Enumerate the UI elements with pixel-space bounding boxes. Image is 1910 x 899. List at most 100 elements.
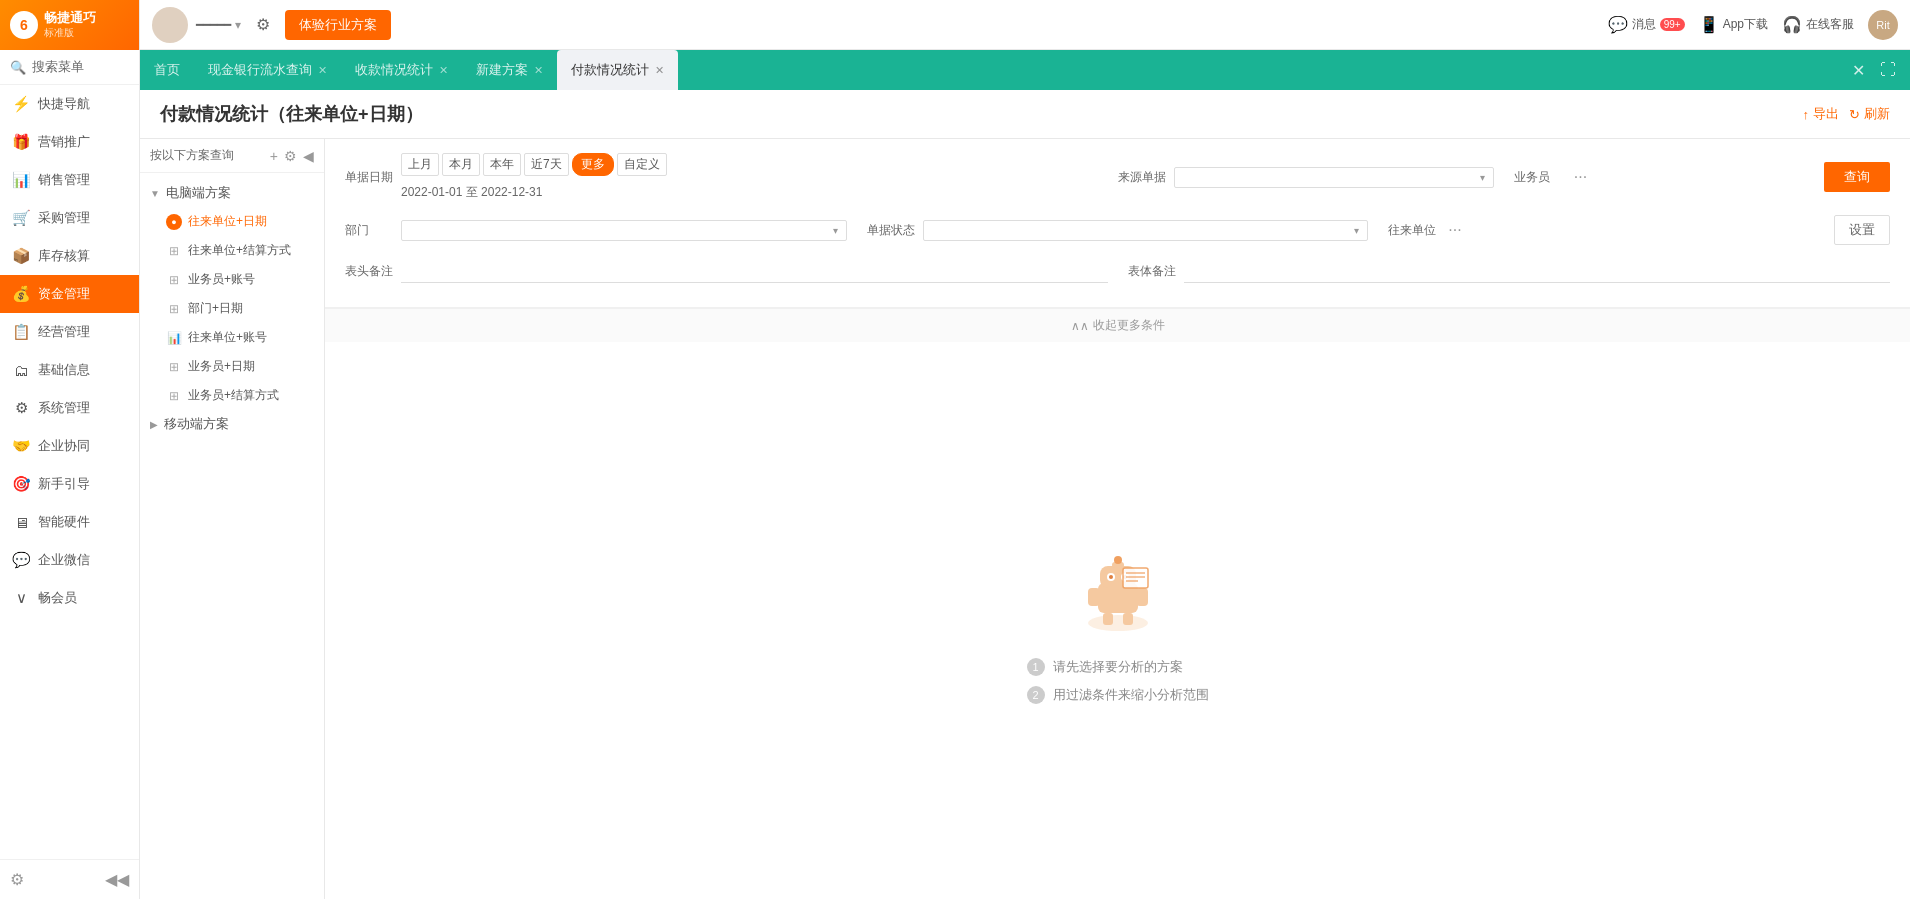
filter-field-salesman: 业务员 ··· 查询 [1514, 162, 1890, 192]
tab-bank-flow-close[interactable]: ✕ [318, 64, 327, 77]
empty-tip-2: 2 用过滤条件来缩小分析范围 [1027, 686, 1209, 704]
tab-bank-flow[interactable]: 现金银行流水查询 ✕ [194, 50, 341, 90]
date-btn-last-7days[interactable]: 近7天 [524, 153, 569, 176]
sidebar-item-basic[interactable]: 🗂 基础信息 [0, 351, 139, 389]
scheme-item-partner-settlement-label: 往来单位+结算方式 [188, 242, 291, 259]
scheme-item-salesman-account[interactable]: ⊞ 业务员+账号 [140, 265, 324, 294]
source-select-arrow: ▾ [1480, 172, 1485, 183]
marketing-icon: 🎁 [12, 133, 30, 151]
tab-receipts-stat-label: 收款情况统计 [355, 61, 433, 79]
sidebar-item-purchase[interactable]: 🛒 采购管理 [0, 199, 139, 237]
scheme-item-partner-settlement[interactable]: ⊞ 往来单位+结算方式 [140, 236, 324, 265]
refresh-icon: ↻ [1849, 107, 1860, 122]
date-btn-this-year[interactable]: 本年 [483, 153, 521, 176]
tabbar-actions: ✕ ⛶ [1844, 56, 1910, 84]
trial-btn[interactable]: 体验行业方案 [285, 10, 391, 40]
sidebar-item-operation[interactable]: 📋 经营管理 [0, 313, 139, 351]
partner-ellipsis-btn[interactable]: ··· [1444, 221, 1465, 239]
guide-icon: 🎯 [12, 475, 30, 493]
svg-rect-13 [1123, 568, 1148, 588]
scheme-item-dept-date[interactable]: ⊞ 部门+日期 [140, 294, 324, 323]
date-btn-last-month[interactable]: 上月 [401, 153, 439, 176]
user-dropdown-icon[interactable]: ▾ [235, 18, 241, 32]
inventory-icon: 📦 [12, 247, 30, 265]
sidebar-item-enterprise[interactable]: 🤝 企业协同 [0, 427, 139, 465]
sidebar-item-finance[interactable]: 💰 资金管理 [0, 275, 139, 313]
filter-form-area: 单据日期 上月 本月 本年 近7天 更多 自定义 [325, 139, 1910, 899]
message-btn[interactable]: 💬 消息 99+ [1608, 15, 1685, 34]
salesman-ellipsis-btn[interactable]: ··· [1570, 168, 1591, 186]
settings-icon[interactable]: ⚙ [10, 870, 24, 889]
collapse-more-btn[interactable]: ∧∧ 收起更多条件 [325, 308, 1910, 342]
sidebar-item-hardware[interactable]: 🖥 智能硬件 [0, 503, 139, 541]
scheme-add-icon[interactable]: + [270, 148, 278, 164]
sidebar-item-system[interactable]: ⚙ 系统管理 [0, 389, 139, 427]
settings-btn[interactable]: 设置 [1834, 215, 1890, 245]
sidebar-item-member[interactable]: ∨ 畅会员 [0, 579, 139, 617]
sidebar-item-label: 快捷导航 [38, 95, 90, 113]
body-note-control [1184, 259, 1891, 283]
sidebar-item-label: 智能硬件 [38, 513, 90, 531]
tab-maximize-btn[interactable]: ⛶ [1874, 56, 1902, 84]
tab-receipts-stat[interactable]: 收款情况统计 ✕ [341, 50, 462, 90]
scheme-item-partner-date[interactable]: ● 往来单位+日期 [140, 207, 324, 236]
sidebar-item-guide[interactable]: 🎯 新手引导 [0, 465, 139, 503]
tab-close-all-btn[interactable]: ✕ [1844, 56, 1872, 84]
sidebar-item-marketing[interactable]: 🎁 营销推广 [0, 123, 139, 161]
tab-receipts-stat-close[interactable]: ✕ [439, 64, 448, 77]
refresh-btn[interactable]: ↻ 刷新 [1849, 105, 1890, 123]
page-title: 付款情况统计（往来单位+日期） [160, 102, 423, 126]
scheme-item-partner-account[interactable]: 📊 往来单位+账号 [140, 323, 324, 352]
scheme-group-mobile[interactable]: ▶ 移动端方案 [140, 410, 324, 438]
scheme-settings-icon[interactable]: ⚙ [284, 148, 297, 164]
date-btn-custom[interactable]: 自定义 [617, 153, 667, 176]
filter-field-dept: 部门 ▾ [345, 220, 847, 241]
date-btn-more[interactable]: 更多 [572, 153, 614, 176]
export-btn[interactable]: ↑ 导出 [1803, 105, 1840, 123]
tab-home[interactable]: 首页 [140, 50, 194, 90]
tab-new-scheme-close[interactable]: ✕ [534, 64, 543, 77]
collapse-sidebar-icon[interactable]: ◀◀ [105, 870, 129, 889]
scheme-group-desktop[interactable]: ▼ 电脑端方案 [140, 179, 324, 207]
topbar-gear-icon[interactable]: ⚙ [249, 11, 277, 39]
tip-1-text: 请先选择要分析的方案 [1053, 658, 1183, 676]
tab-new-scheme[interactable]: 新建方案 ✕ [462, 50, 557, 90]
group-mobile-arrow-icon: ▶ [150, 419, 158, 430]
enterprise-icon: 🤝 [12, 437, 30, 455]
sidebar-header: 6 畅捷通巧 标准版 [0, 0, 139, 50]
scheme-chart-icon: 📊 [166, 330, 182, 346]
scheme-panel: 按以下方案查询 + ⚙ ◀ ▼ 电脑端方案 ● 往来单位+日期 [140, 139, 325, 899]
tab-payment-stat-close[interactable]: ✕ [655, 64, 664, 77]
tab-payment-stat[interactable]: 付款情况统计 ✕ [557, 50, 678, 90]
partner-label: 往来单位 [1388, 222, 1436, 239]
app-download-btn[interactable]: 📱 App下载 [1699, 15, 1768, 34]
scheme-item-partner-account-label: 往来单位+账号 [188, 329, 267, 346]
sidebar-item-label: 畅会员 [38, 589, 77, 607]
dept-select[interactable]: ▾ [401, 220, 847, 241]
scheme-item-salesman-date[interactable]: ⊞ 业务员+日期 [140, 352, 324, 381]
sidebar-item-wechat[interactable]: 💬 企业微信 [0, 541, 139, 579]
date-btn-this-month[interactable]: 本月 [442, 153, 480, 176]
online-service-btn[interactable]: 🎧 在线客服 [1782, 15, 1854, 34]
user-avatar-topbar[interactable]: Rit [1868, 10, 1898, 40]
sidebar-item-label: 资金管理 [38, 285, 90, 303]
purchase-icon: 🛒 [12, 209, 30, 227]
header-note-label: 表头备注 [345, 263, 393, 280]
scheme-collapse-icon[interactable]: ◀ [303, 148, 314, 164]
query-btn[interactable]: 查询 [1824, 162, 1890, 192]
date-input-range: 2022-01-01 至 2022-12-31 [401, 184, 667, 201]
quick-nav-icon: ⚡ [12, 95, 30, 113]
sidebar-item-inventory[interactable]: 📦 库存核算 [0, 237, 139, 275]
scheme-item-salesman-account-label: 业务员+账号 [188, 271, 255, 288]
sidebar-item-sales[interactable]: 📊 销售管理 [0, 161, 139, 199]
sidebar-item-quick-nav[interactable]: ⚡ 快捷导航 [0, 85, 139, 123]
source-select[interactable]: ▾ [1174, 167, 1494, 188]
user-info[interactable]: ━━━━━ ▾ [196, 18, 241, 32]
filter-field-body-note: 表体备注 [1128, 259, 1891, 283]
main-area: ━━━━━ ▾ ⚙ 体验行业方案 💬 消息 99+ 📱 App下载 🎧 在线客服… [140, 0, 1910, 899]
doc-status-select[interactable]: ▾ [923, 220, 1369, 241]
scheme-item-salesman-settlement[interactable]: ⊞ 业务员+结算方式 [140, 381, 324, 410]
sidebar-search[interactable]: 🔍 搜索菜单 [0, 50, 139, 85]
tab-payment-stat-label: 付款情况统计 [571, 61, 649, 79]
scheme-table-icon-4: ⊞ [166, 359, 182, 375]
